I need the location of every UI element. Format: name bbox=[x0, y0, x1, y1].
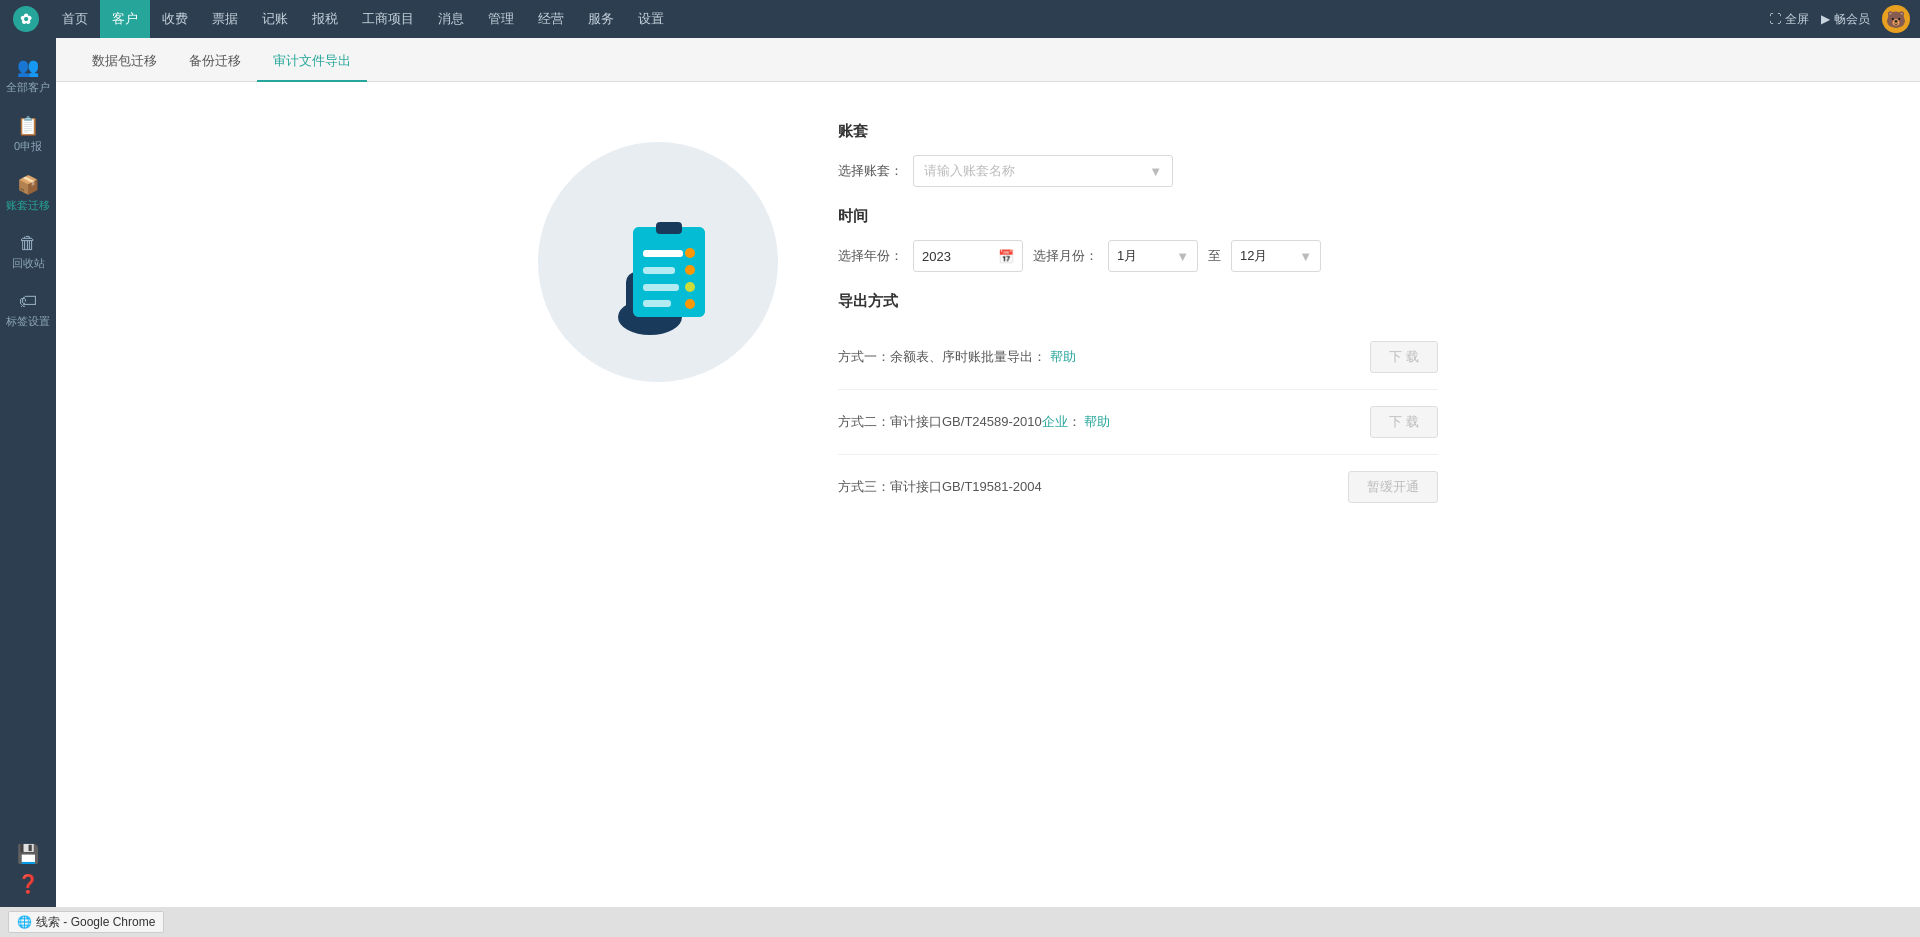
zero-declare-icon: 📋 bbox=[17, 115, 39, 137]
left-sidebar: 👥 全部客户 📋 0申报 📦 账套迁移 🗑 回收站 🏷 标签设置 💾 ❓ bbox=[0, 38, 56, 907]
question-icon[interactable]: ❓ bbox=[17, 873, 39, 895]
tag-icon: 🏷 bbox=[19, 291, 37, 312]
main-layout: 👥 全部客户 📋 0申报 📦 账套迁移 🗑 回收站 🏷 标签设置 💾 ❓ 数据包… bbox=[0, 38, 1920, 907]
nav-bookkeeping[interactable]: 记账 bbox=[250, 0, 300, 38]
time-select-row: 选择年份： 2023 📅 选择月份： 1月 ▼ 至 12月 bbox=[838, 240, 1438, 272]
year-label: 选择年份： bbox=[838, 247, 903, 265]
tab-data-migration[interactable]: 数据包迁移 bbox=[76, 42, 173, 82]
export-method-3-text: 方式三：审计接口GB/T19581-2004 bbox=[838, 478, 1042, 496]
nav-customer[interactable]: 客户 bbox=[100, 0, 150, 38]
svg-rect-8 bbox=[643, 284, 679, 291]
top-navigation: ✿ 首页 客户 收费 票据 记账 报税 工商项目 消息 管理 经营 服务 设置 … bbox=[0, 0, 1920, 38]
taskbar-chrome[interactable]: 🌐 线索 - Google Chrome bbox=[8, 911, 164, 933]
audit-illustration bbox=[578, 172, 738, 352]
nav-invoice[interactable]: 票据 bbox=[200, 0, 250, 38]
tab-audit-export[interactable]: 审计文件导出 bbox=[257, 42, 367, 82]
svg-text:✿: ✿ bbox=[20, 11, 32, 27]
recycle-icon: 🗑 bbox=[19, 233, 37, 254]
sidebar-bottom: 💾 ❓ bbox=[17, 843, 39, 907]
account-migrate-icon: 📦 bbox=[17, 174, 39, 196]
sidebar-item-tag-settings[interactable]: 🏷 标签设置 bbox=[0, 283, 56, 337]
nav-operation[interactable]: 经营 bbox=[526, 0, 576, 38]
member-button[interactable]: ▶ 畅会员 bbox=[1821, 11, 1870, 28]
avatar[interactable]: 🐻 bbox=[1882, 5, 1910, 33]
account-section-title: 账套 bbox=[838, 122, 1438, 141]
tab-backup-migration[interactable]: 备份迁移 bbox=[173, 42, 257, 82]
time-section-title: 时间 bbox=[838, 207, 1438, 226]
method2-download-button[interactable]: 下 载 bbox=[1370, 406, 1438, 438]
nav-service[interactable]: 服务 bbox=[576, 0, 626, 38]
month-end-value: 12月 bbox=[1240, 247, 1267, 265]
export-section-title: 导出方式 bbox=[838, 292, 1438, 311]
export-method-2-text: 方式二：审计接口GB/T24589-2010企业： 帮助 bbox=[838, 413, 1110, 431]
nav-message[interactable]: 消息 bbox=[426, 0, 476, 38]
export-method-3: 方式三：审计接口GB/T19581-2004 暂缓开通 bbox=[838, 455, 1438, 519]
method2-company: 企业 bbox=[1042, 414, 1068, 429]
nav-fee[interactable]: 收费 bbox=[150, 0, 200, 38]
method3-pending-button[interactable]: 暂缓开通 bbox=[1348, 471, 1438, 503]
play-icon: ▶ bbox=[1821, 12, 1830, 26]
year-value: 2023 bbox=[922, 249, 951, 264]
export-method-2: 方式二：审计接口GB/T24589-2010企业： 帮助 下 载 bbox=[838, 390, 1438, 455]
svg-rect-7 bbox=[643, 267, 675, 274]
sidebar-item-account-migrate[interactable]: 📦 账套迁移 bbox=[0, 166, 56, 221]
export-section: 方式一：余额表、序时账批量导出： 帮助 下 载 方式二：审计接口GB/T2458… bbox=[838, 325, 1438, 519]
nav-business[interactable]: 工商项目 bbox=[350, 0, 426, 38]
chevron-down-icon-month-end: ▼ bbox=[1299, 249, 1312, 264]
month-start-value: 1月 bbox=[1117, 247, 1137, 265]
calendar-icon: 📅 bbox=[998, 249, 1014, 264]
nav-menu: 首页 客户 收费 票据 记账 报税 工商项目 消息 管理 经营 服务 设置 bbox=[50, 0, 1769, 38]
svg-rect-6 bbox=[643, 250, 683, 257]
center-layout: 账套 选择账套： 请输入账套名称 ▼ 时间 选择年份： 2023 bbox=[538, 112, 1438, 519]
chevron-down-icon: ▼ bbox=[1149, 164, 1162, 179]
nav-home[interactable]: 首页 bbox=[50, 0, 100, 38]
nav-manage[interactable]: 管理 bbox=[476, 0, 526, 38]
export-method-1-text: 方式一：余额表、序时账批量导出： 帮助 bbox=[838, 348, 1076, 366]
time-separator: 至 bbox=[1208, 247, 1221, 265]
method1-download-button[interactable]: 下 载 bbox=[1370, 341, 1438, 373]
sidebar-item-recycle[interactable]: 🗑 回收站 bbox=[0, 225, 56, 279]
account-select-label: 选择账套： bbox=[838, 162, 903, 180]
svg-point-13 bbox=[685, 299, 695, 309]
illustration-area bbox=[538, 142, 778, 382]
sidebar-item-all-customers[interactable]: 👥 全部客户 bbox=[0, 48, 56, 103]
page-content: 账套 选择账套： 请输入账套名称 ▼ 时间 选择年份： 2023 bbox=[56, 82, 1920, 907]
form-area: 账套 选择账套： 请输入账套名称 ▼ 时间 选择年份： 2023 bbox=[838, 112, 1438, 519]
chevron-down-icon-month: ▼ bbox=[1176, 249, 1189, 264]
year-select[interactable]: 2023 📅 bbox=[913, 240, 1023, 272]
method1-help-link[interactable]: 帮助 bbox=[1050, 349, 1076, 364]
svg-rect-9 bbox=[643, 300, 671, 307]
account-select-placeholder: 请输入账套名称 bbox=[924, 162, 1015, 180]
sidebar-item-zero-declare[interactable]: 📋 0申报 bbox=[0, 107, 56, 162]
content-area: 数据包迁移 备份迁移 审计文件导出 bbox=[56, 38, 1920, 907]
month-label: 选择月份： bbox=[1033, 247, 1098, 265]
svg-rect-14 bbox=[656, 222, 682, 234]
nav-settings[interactable]: 设置 bbox=[626, 0, 676, 38]
month-end-select[interactable]: 12月 ▼ bbox=[1231, 240, 1321, 272]
account-select-input[interactable]: 请输入账套名称 ▼ bbox=[913, 155, 1173, 187]
month-start-select[interactable]: 1月 ▼ bbox=[1108, 240, 1198, 272]
fullscreen-button[interactable]: ⛶ 全屏 bbox=[1769, 11, 1809, 28]
svg-point-12 bbox=[685, 282, 695, 292]
app-logo: ✿ bbox=[10, 3, 42, 35]
illustration-circle bbox=[538, 142, 778, 382]
all-customers-icon: 👥 bbox=[17, 56, 39, 78]
nav-tax[interactable]: 报税 bbox=[300, 0, 350, 38]
method2-help-link[interactable]: 帮助 bbox=[1084, 414, 1110, 429]
tab-bar: 数据包迁移 备份迁移 审计文件导出 bbox=[56, 38, 1920, 82]
account-select-row: 选择账套： 请输入账套名称 ▼ bbox=[838, 155, 1438, 187]
top-right-actions: ⛶ 全屏 ▶ 畅会员 🐻 bbox=[1769, 5, 1910, 33]
fullscreen-icon: ⛶ bbox=[1769, 12, 1781, 26]
download-icon[interactable]: 💾 bbox=[17, 843, 39, 865]
taskbar: 🌐 线索 - Google Chrome bbox=[0, 907, 1920, 937]
svg-point-10 bbox=[685, 248, 695, 258]
svg-point-11 bbox=[685, 265, 695, 275]
chrome-icon: 🌐 bbox=[17, 915, 32, 929]
export-method-1: 方式一：余额表、序时账批量导出： 帮助 下 载 bbox=[838, 325, 1438, 390]
